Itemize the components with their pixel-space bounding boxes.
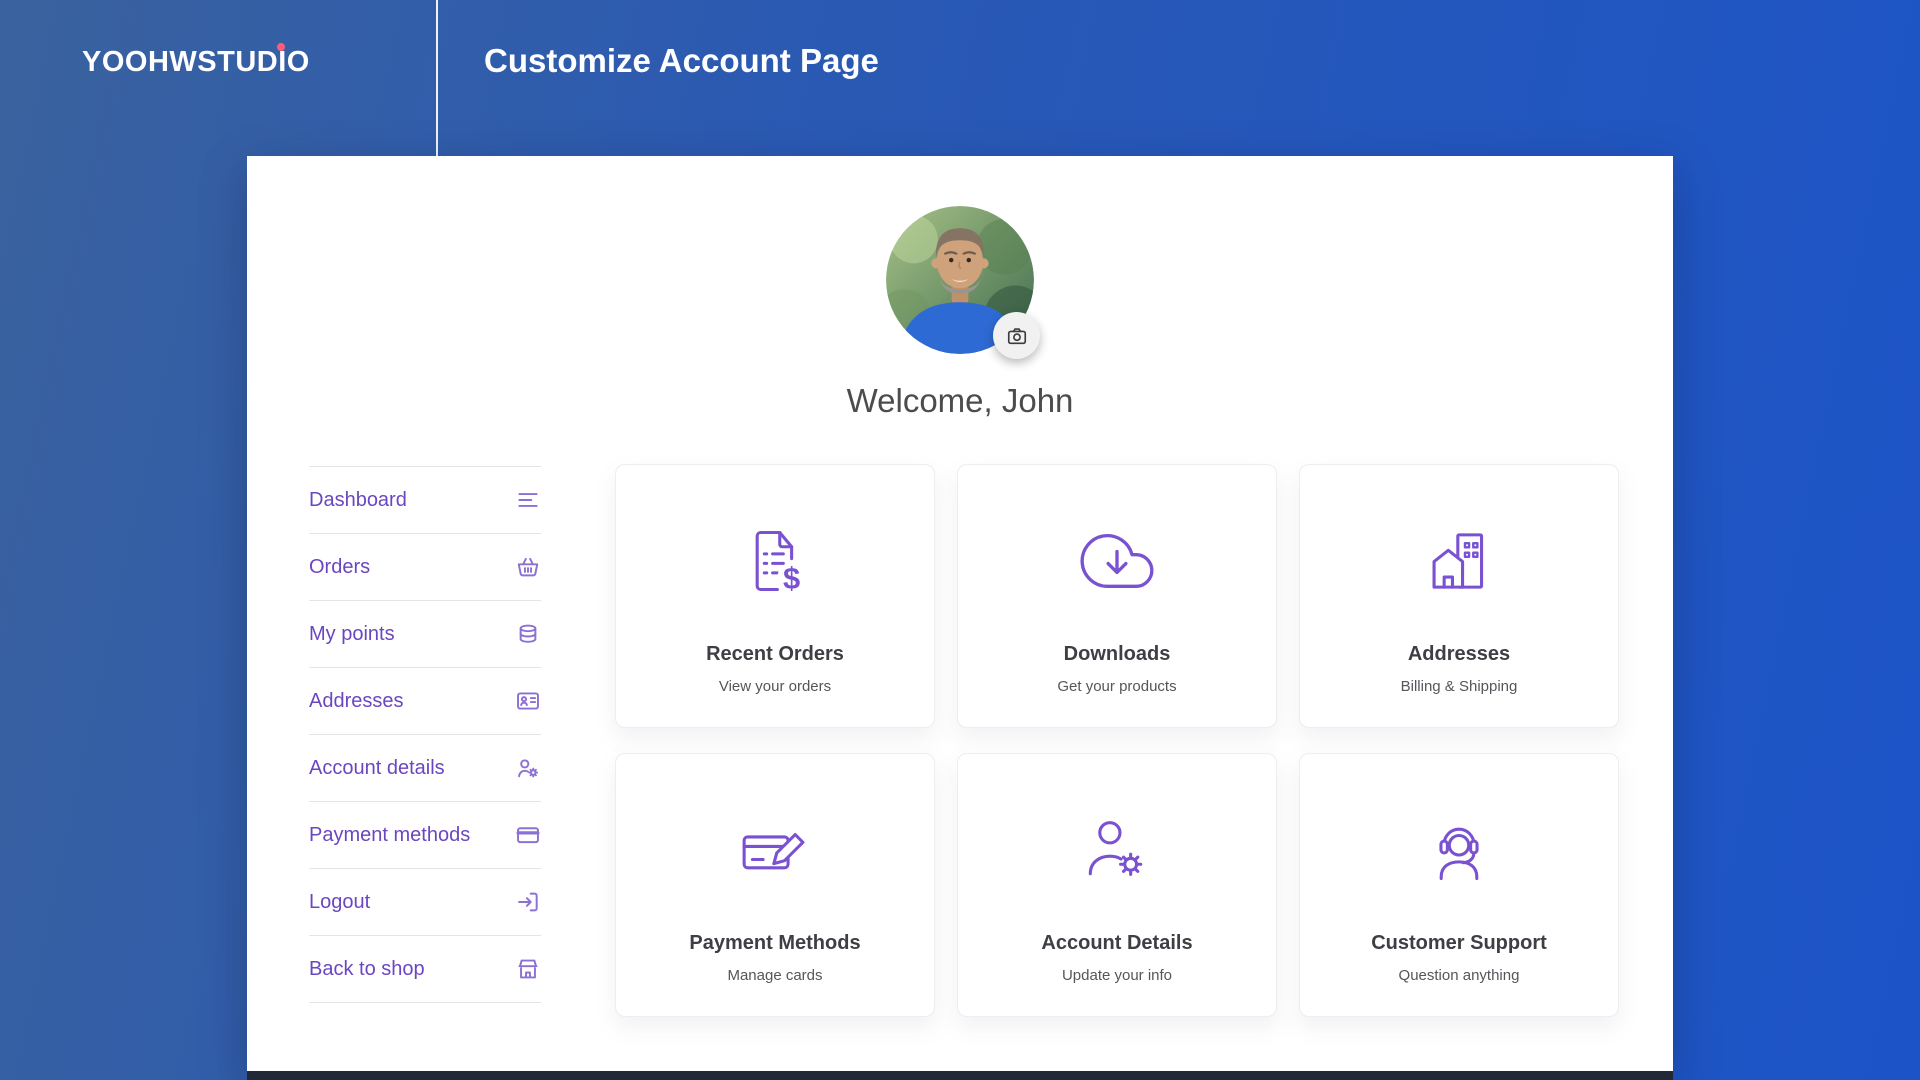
sidebar-item-label: Account details bbox=[309, 756, 445, 779]
store-icon bbox=[518, 959, 538, 979]
card-customer-support[interactable]: Customer Support Question anything bbox=[1299, 753, 1619, 1017]
card-subtitle: Get your products bbox=[1057, 678, 1177, 695]
sidebar-item-label: My points bbox=[309, 622, 395, 645]
card-subtitle: View your orders bbox=[718, 678, 832, 695]
buildings-icon bbox=[1421, 511, 1497, 611]
sidebar-item-label: Dashboard bbox=[309, 488, 407, 511]
sidebar-item-orders[interactable]: Orders bbox=[309, 534, 541, 601]
credit-card-icon bbox=[516, 827, 540, 844]
change-avatar-button[interactable] bbox=[993, 312, 1040, 359]
card-subtitle: Billing & Shipping bbox=[1400, 678, 1518, 695]
card-payment-methods[interactable]: Payment Methods Manage cards bbox=[615, 753, 935, 1017]
sidebar-item-account-details[interactable]: Account details bbox=[309, 735, 541, 802]
card-edit-icon bbox=[737, 800, 813, 900]
sidebar-item-logout[interactable]: Logout bbox=[309, 869, 541, 936]
card-subtitle: Question anything bbox=[1398, 967, 1520, 984]
card-title: Downloads bbox=[1063, 643, 1171, 665]
welcome-text: Welcome, John bbox=[846, 382, 1074, 419]
card-title: Recent Orders bbox=[706, 643, 844, 665]
account-menu: Dashboard Orders My points Addresses Acc… bbox=[309, 466, 541, 1003]
menu-icon bbox=[518, 493, 538, 507]
sidebar-item-label: Addresses bbox=[309, 689, 404, 712]
user-settings-icon bbox=[1079, 800, 1155, 900]
account-panel: Welcome, John Dashboard Orders My points bbox=[247, 156, 1673, 1080]
avatar-wrap bbox=[886, 206, 1040, 359]
sidebar-item-addresses[interactable]: Addresses bbox=[309, 668, 541, 735]
sidebar-item-my-points[interactable]: My points bbox=[309, 601, 541, 668]
brand-logo-text: YOOHWSTUDIO bbox=[82, 46, 310, 78]
invoice-dollar-icon: $ bbox=[737, 511, 813, 611]
sidebar-item-label: Logout bbox=[309, 890, 371, 913]
basket-icon bbox=[517, 557, 539, 577]
card-downloads[interactable]: Downloads Get your products bbox=[957, 464, 1277, 728]
card-title: Payment Methods bbox=[689, 932, 861, 954]
camera-icon bbox=[1007, 327, 1026, 344]
svg-text:$: $ bbox=[783, 560, 800, 595]
footer-strip bbox=[247, 1071, 1673, 1080]
sidebar-item-label: Payment methods bbox=[309, 823, 471, 846]
sidebar-item-label: Back to shop bbox=[309, 957, 425, 980]
sidebar-item-back-to-shop[interactable]: Back to shop bbox=[309, 936, 541, 1003]
card-title: Customer Support bbox=[1371, 932, 1547, 954]
card-account-details[interactable]: Account Details Update your info bbox=[957, 753, 1277, 1017]
cloud-download-icon bbox=[1079, 511, 1155, 611]
shortcut-grid: $ Recent Orders View your orders Downloa… bbox=[615, 464, 1619, 1017]
card-recent-orders[interactable]: $ Recent Orders View your orders bbox=[615, 464, 935, 728]
card-subtitle: Update your info bbox=[1061, 967, 1173, 984]
sidebar-item-label: Orders bbox=[309, 555, 371, 578]
card-title: Account Details bbox=[1041, 932, 1193, 954]
page-title: Customize Account Page bbox=[484, 42, 879, 79]
header-divider bbox=[436, 0, 438, 156]
logo-dot bbox=[276, 43, 285, 51]
coins-icon bbox=[519, 624, 537, 643]
headset-icon bbox=[1421, 800, 1497, 900]
brand-logo[interactable]: YOOHWSTUDIO bbox=[82, 43, 310, 79]
logout-icon bbox=[518, 892, 538, 912]
card-subtitle: Manage cards bbox=[727, 967, 823, 984]
card-title: Addresses bbox=[1407, 643, 1511, 665]
user-gear-icon bbox=[518, 759, 539, 778]
card-addresses[interactable]: Addresses Billing & Shipping bbox=[1299, 464, 1619, 728]
sidebar-item-dashboard[interactable]: Dashboard bbox=[309, 467, 541, 534]
sidebar-item-payment-methods[interactable]: Payment methods bbox=[309, 802, 541, 869]
address-card-icon bbox=[517, 692, 539, 710]
